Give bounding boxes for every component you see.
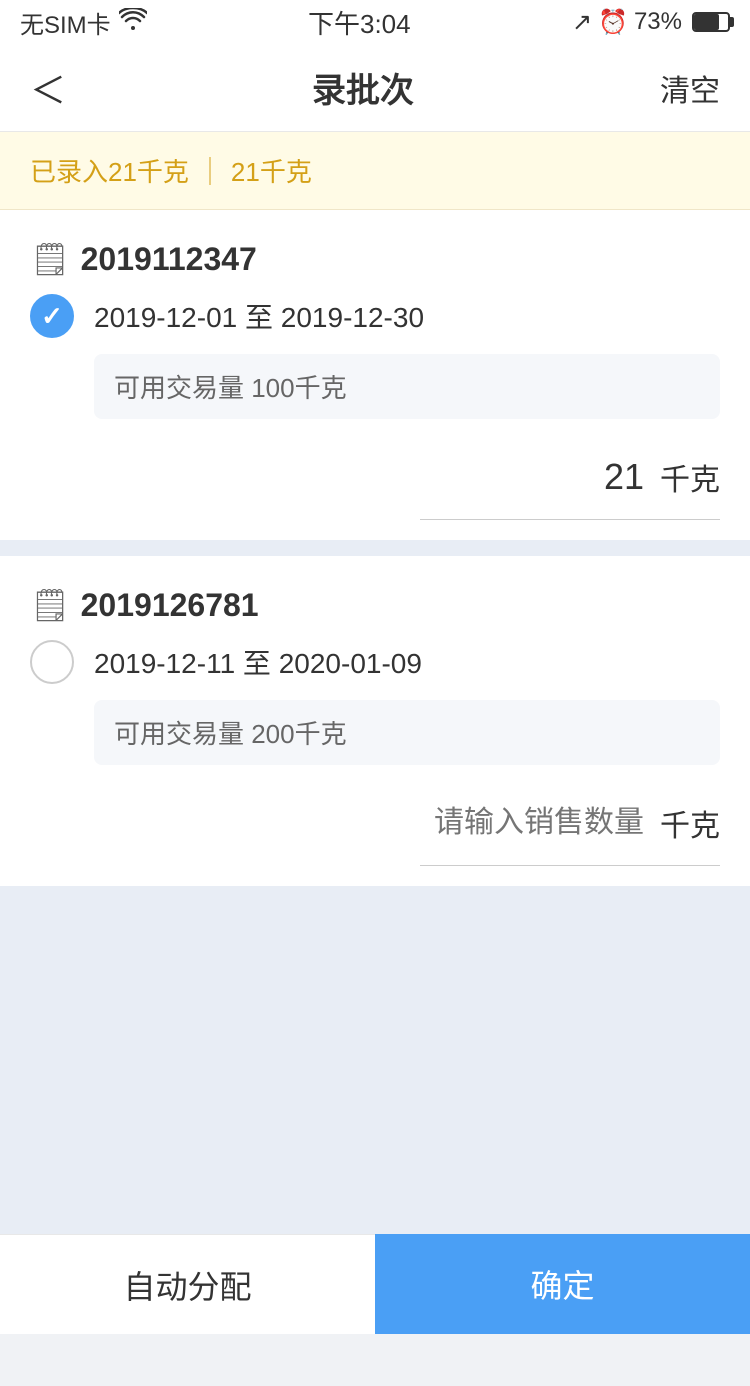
- auto-distribute-button[interactable]: 自动分配: [0, 1234, 375, 1334]
- battery-icon: [692, 12, 730, 32]
- batch-2-id: 2019126781: [81, 587, 259, 624]
- batch-2-date: 2019-12-11 至 2020-01-09: [94, 642, 422, 682]
- status-left: 无SIM卡: [20, 5, 147, 40]
- status-right: ↗ ⏰ 73%: [572, 8, 730, 37]
- carrier-text: 无SIM卡: [20, 5, 111, 40]
- confirm-button[interactable]: 确定: [375, 1234, 750, 1334]
- info-banner: 已录入21千克 21千克: [0, 132, 750, 210]
- batch-2-row: 2019-12-11 至 2020-01-09: [30, 640, 720, 684]
- batch-card-1: 🗒 2019112347 2019-12-01 至 2019-12-30 可用交…: [0, 210, 750, 540]
- clear-button[interactable]: 清空: [660, 66, 720, 110]
- alarm-icon: ⏰: [598, 8, 628, 37]
- bottom-bar: 自动分配 确定: [0, 1234, 750, 1334]
- batch-2-radio[interactable]: [30, 640, 74, 684]
- page-title: 录批次: [312, 63, 414, 112]
- main-content: 🗒 2019112347 2019-12-01 至 2019-12-30 可用交…: [0, 210, 750, 1386]
- batch-card-2: 🗒 2019126781 2019-12-11 至 2020-01-09 可用交…: [0, 556, 750, 886]
- recorded-qty: 已录入21千克: [30, 152, 189, 189]
- batch-1-quantity-value: 21: [604, 456, 644, 498]
- wifi-icon: [119, 8, 147, 37]
- batch-2-unit: 千克: [660, 801, 720, 845]
- batch-2-quantity-row: 千克: [30, 785, 720, 865]
- batch-1-quantity-row: 21 千克: [30, 439, 720, 519]
- batch-1-row: 2019-12-01 至 2019-12-30: [30, 294, 720, 338]
- batch-1-icon: 🗒: [30, 240, 71, 278]
- batch-1-unit: 千克: [660, 455, 720, 499]
- batch-2-quantity-input[interactable]: [344, 806, 644, 840]
- total-qty: 21千克: [231, 152, 312, 189]
- battery-percent: 73%: [634, 8, 682, 36]
- batch-1-header: 🗒 2019112347: [30, 240, 720, 278]
- batch-1-id: 2019112347: [81, 241, 257, 278]
- back-button[interactable]: ＜: [30, 62, 66, 114]
- status-time: 下午3:04: [308, 4, 411, 41]
- batch-1-radio[interactable]: [30, 294, 74, 338]
- batch-1-available: 可用交易量 100千克: [94, 354, 720, 419]
- location-icon: ↗: [572, 8, 592, 37]
- section-divider-1: [0, 540, 750, 556]
- batch-2-header: 🗒 2019126781: [30, 586, 720, 624]
- info-banner-divider: [209, 157, 211, 185]
- batch-2-icon: 🗒: [30, 586, 71, 624]
- batch-1-date: 2019-12-01 至 2019-12-30: [94, 296, 424, 336]
- batch-2-available: 可用交易量 200千克: [94, 700, 720, 765]
- nav-bar: ＜ 录批次 清空: [0, 44, 750, 132]
- section-divider-2: [0, 886, 750, 1286]
- status-bar: 无SIM卡 下午3:04 ↗ ⏰ 73%: [0, 0, 750, 44]
